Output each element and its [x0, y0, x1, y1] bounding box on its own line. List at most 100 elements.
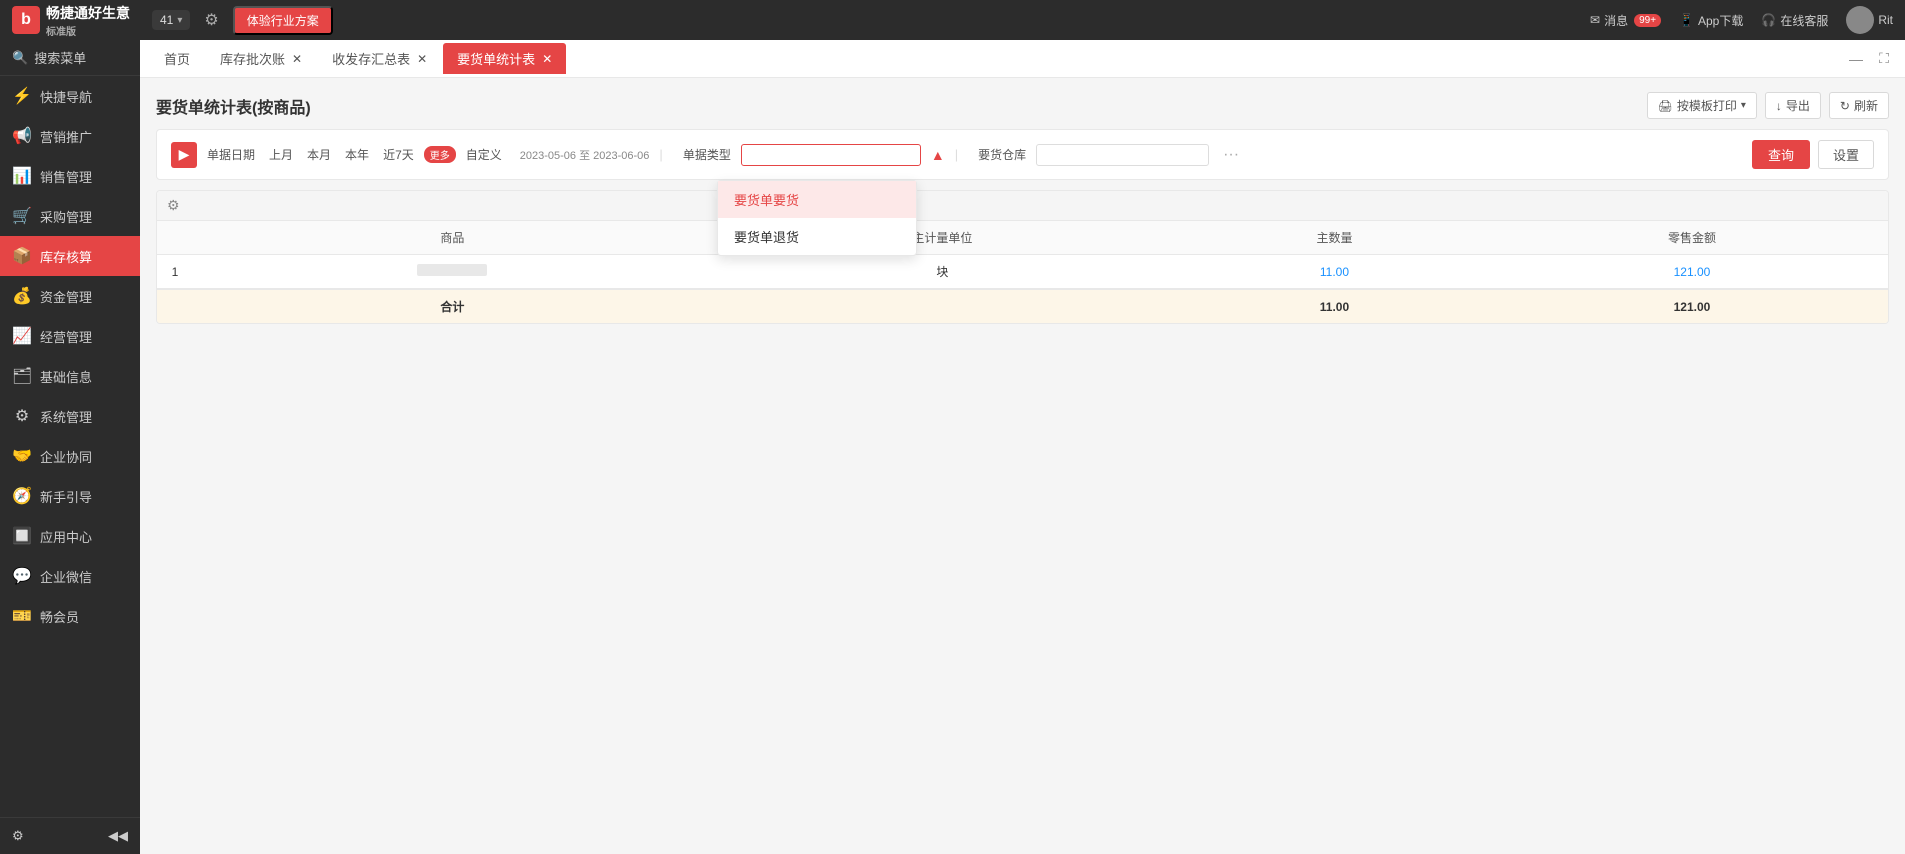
sidebar-item-label: 销售管理	[40, 167, 92, 186]
tab-batch[interactable]: 库存批次账 ✕	[206, 43, 316, 74]
total-row: 合计 11.00 121.00	[157, 289, 1888, 323]
sidebar-item-business[interactable]: 📈 经营管理	[0, 316, 140, 356]
app-download-button[interactable]: 📱 App下载	[1679, 12, 1743, 29]
tabbar: 首页 库存批次账 ✕ 收发存汇总表 ✕ 要货单统计表 ✕ — ⛶	[140, 40, 1905, 78]
date-btn-this-month[interactable]: 本月	[303, 144, 335, 165]
main-content: 首页 库存批次账 ✕ 收发存汇总表 ✕ 要货单统计表 ✕ — ⛶ 要货单统计表(…	[140, 40, 1905, 854]
tab-order-stats-close[interactable]: ✕	[542, 52, 552, 66]
settings-icon[interactable]: ⚙	[204, 10, 218, 30]
dropdown-item-order[interactable]: 要货单要货	[718, 181, 916, 218]
filter-separator: |	[659, 147, 662, 162]
messages-badge: 99+	[1634, 14, 1661, 27]
sidebar-item-base[interactable]: 🗂 基础信息	[0, 356, 140, 396]
sidebar-item-inventory[interactable]: 📦 库存核算	[0, 236, 140, 276]
refresh-button[interactable]: ↻ 刷新	[1829, 92, 1889, 119]
date-btn-custom[interactable]: 自定义	[462, 144, 506, 165]
tab-batch-close[interactable]: ✕	[292, 52, 302, 66]
messages-button[interactable]: ✉ 消息 99+	[1590, 12, 1661, 29]
store-name: 41	[160, 13, 173, 27]
sidebar-item-cooperation[interactable]: 🤝 企业协同	[0, 436, 140, 476]
online-service-button[interactable]: 🎧 在线客服	[1761, 12, 1828, 29]
tab-batch-label: 库存批次账	[220, 49, 285, 68]
sidebar-item-label: 库存核算	[40, 247, 92, 266]
th-product: 商品	[193, 221, 712, 255]
warehouse-filter-input[interactable]	[1036, 144, 1209, 166]
sidebar-item-finance[interactable]: 💰 资金管理	[0, 276, 140, 316]
tab-send-recv-close[interactable]: ✕	[417, 52, 427, 66]
set-button[interactable]: 设置	[1818, 140, 1874, 169]
type-dropdown-icon[interactable]: ▲	[931, 147, 945, 163]
sidebar-item-label: 企业微信	[40, 567, 92, 586]
td-amount[interactable]: 121.00	[1496, 255, 1888, 290]
sidebar-item-marketing[interactable]: 📢 营销推广	[0, 116, 140, 156]
filter-actions: 查询 设置	[1752, 140, 1874, 169]
sidebar-item-members[interactable]: 🎫 畅会员	[0, 596, 140, 636]
table-row: 1 块 11.00 121.00	[157, 255, 1888, 290]
date-range-display: 2023-05-06 至 2023-06-06	[520, 147, 650, 163]
tab-send-recv[interactable]: 收发存汇总表 ✕	[318, 43, 441, 74]
export-button[interactable]: ↓ 导出	[1765, 92, 1821, 119]
type-filter-input[interactable]	[741, 144, 921, 166]
topbar: b 畅捷通好生意 标准版 41 ▾ ⚙ 体验行业方案 ✉ 消息 99+ 📱 Ap…	[0, 0, 1905, 40]
system-icon: ⚙	[12, 406, 32, 426]
app-icon: 📱	[1679, 13, 1694, 27]
tab-send-recv-label: 收发存汇总表	[332, 49, 410, 68]
total-qty: 11.00	[1173, 289, 1496, 323]
user-name: Rit	[1878, 13, 1893, 27]
td-qty[interactable]: 11.00	[1173, 255, 1496, 290]
column-settings-icon[interactable]: ⚙	[167, 197, 180, 213]
td-unit: 块	[712, 255, 1173, 290]
export-label: 导出	[1786, 97, 1810, 114]
total-label: 合计	[193, 289, 712, 323]
sidebar-item-wechat[interactable]: 💬 企业微信	[0, 556, 140, 596]
collapse-icon[interactable]: ◀◀	[108, 828, 128, 844]
sidebar-item-label: 营销推广	[40, 127, 92, 146]
sidebar-item-label: 应用中心	[40, 527, 92, 546]
message-icon: ✉	[1590, 13, 1600, 27]
data-table: ⚙ 商品 主计量单位 主数量 零售金额 1	[156, 190, 1889, 324]
page: 要货单统计表(按商品) 🖨 按模板打印 ▾ ↓ 导出 ↻ 刷新	[140, 78, 1905, 854]
settings-bottom-icon[interactable]: ⚙	[12, 828, 24, 844]
search-label: 搜索菜单	[34, 48, 86, 67]
wechat-icon: 💬	[12, 566, 32, 586]
print-arrow-icon: ▾	[1741, 100, 1746, 111]
date-more-badge[interactable]: 更多	[424, 146, 456, 163]
guide-icon: 🧭	[12, 486, 32, 506]
total-amount: 121.00	[1496, 289, 1888, 323]
query-button[interactable]: 查询	[1752, 140, 1810, 169]
user-menu[interactable]: Rit	[1846, 6, 1893, 34]
sidebar-search[interactable]: 🔍 搜索菜单	[0, 40, 140, 76]
print-button[interactable]: 🖨 按模板打印 ▾	[1647, 92, 1757, 119]
sidebar-item-sales[interactable]: 📊 销售管理	[0, 156, 140, 196]
app-logo: b 畅捷通好生意 标准版	[12, 3, 142, 38]
tab-home[interactable]: 首页	[150, 43, 204, 74]
finance-icon: 💰	[12, 286, 32, 306]
th-amount: 零售金额	[1496, 221, 1888, 255]
main-table: 商品 主计量单位 主数量 零售金额 1 块	[157, 221, 1888, 323]
tab-home-label: 首页	[164, 49, 190, 68]
cooperation-icon: 🤝	[12, 446, 32, 466]
sidebar-item-purchase[interactable]: 🛒 采购管理	[0, 196, 140, 236]
base-icon: 🗂	[12, 366, 32, 386]
date-btn-last-month[interactable]: 上月	[265, 144, 297, 165]
tabbar-minimize[interactable]: —	[1845, 48, 1867, 70]
table-header-row: 商品 主计量单位 主数量 零售金额	[157, 221, 1888, 255]
trial-button[interactable]: 体验行业方案	[233, 6, 333, 35]
refresh-label: 刷新	[1854, 97, 1878, 114]
sidebar-item-apps[interactable]: 🔲 应用中心	[0, 516, 140, 556]
store-selector[interactable]: 41 ▾	[152, 10, 190, 30]
service-label: 在线客服	[1780, 12, 1828, 29]
logo-icon: b	[12, 6, 40, 34]
date-btn-this-year[interactable]: 本年	[341, 144, 373, 165]
tab-order-stats[interactable]: 要货单统计表 ✕	[443, 43, 566, 74]
filter-expand-button[interactable]: ▶	[171, 142, 197, 168]
th-qty: 主数量	[1173, 221, 1496, 255]
tabbar-expand[interactable]: ⛶	[1873, 48, 1895, 70]
filter-more-dots[interactable]: ···	[1223, 146, 1239, 164]
date-btn-7days[interactable]: 近7天	[379, 144, 418, 165]
dropdown-item-return[interactable]: 要货单退货	[718, 218, 916, 255]
sidebar-item-quick-nav[interactable]: ⚡ 快捷导航	[0, 76, 140, 116]
date-filter-label: 单据日期	[207, 146, 255, 163]
sidebar-item-guide[interactable]: 🧭 新手引导	[0, 476, 140, 516]
sidebar-item-system[interactable]: ⚙ 系统管理	[0, 396, 140, 436]
